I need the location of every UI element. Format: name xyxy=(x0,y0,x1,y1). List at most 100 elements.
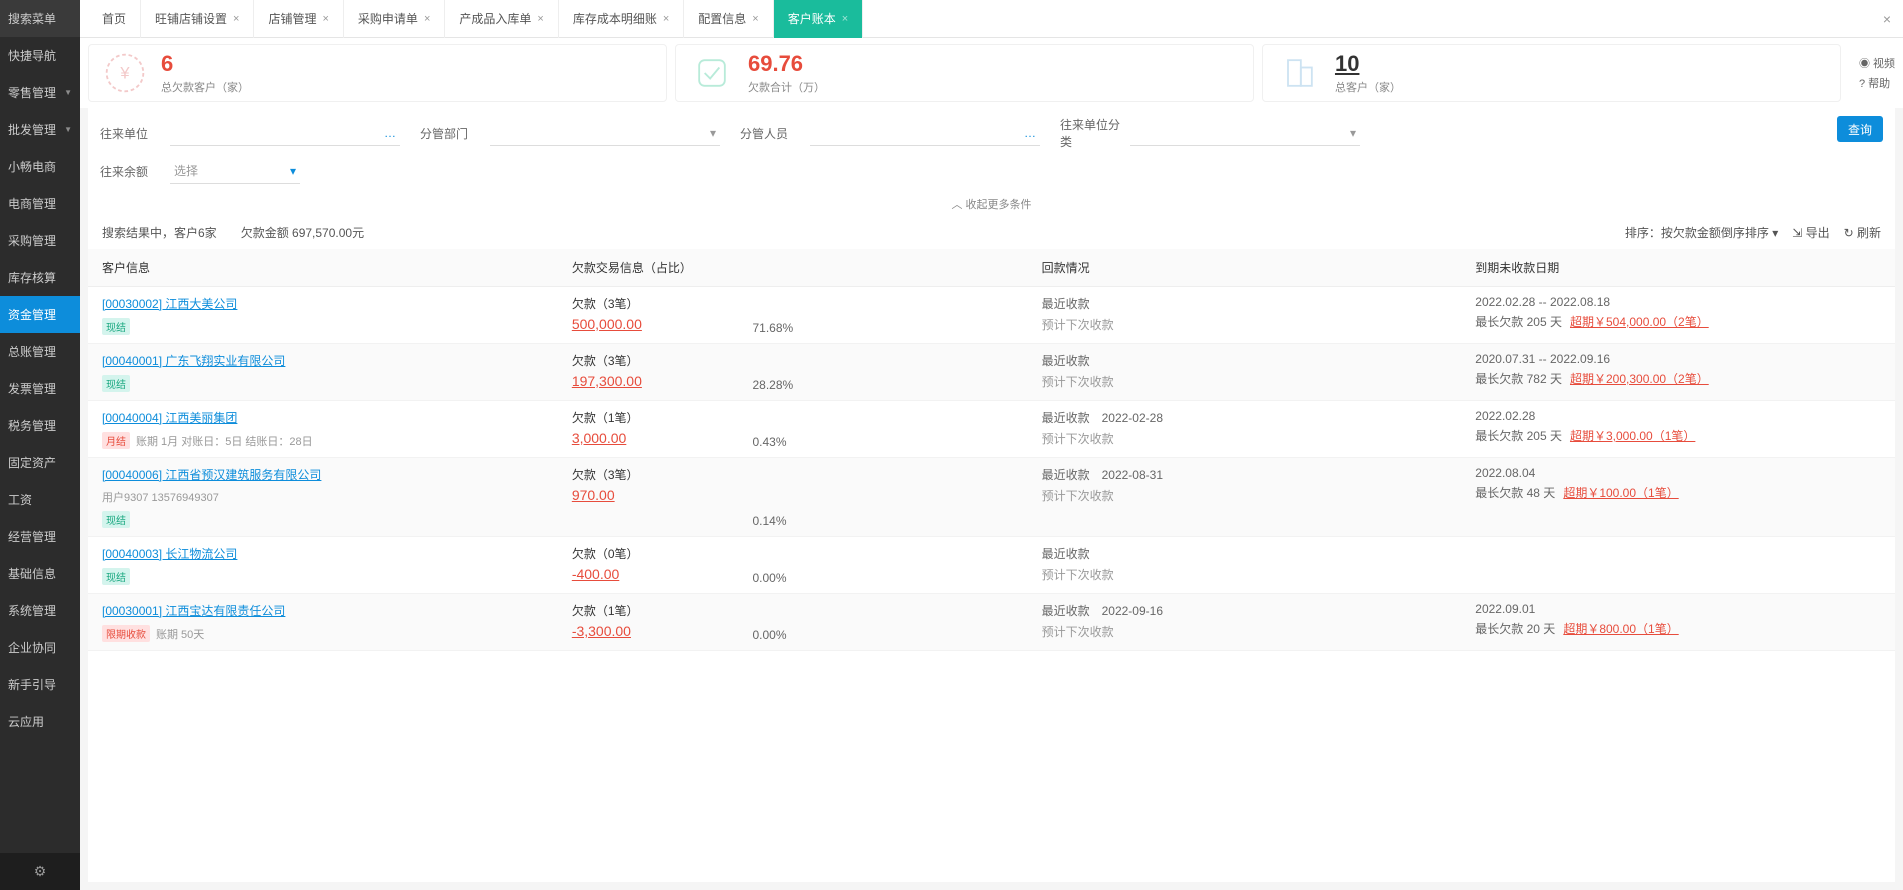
settle-tag: 现结 xyxy=(102,375,130,392)
customer-link[interactable]: [00040003] 长江物流公司 xyxy=(102,547,237,561)
filter-panel: 往来单位 … 分管部门 ▾ 分管人员 … 往来单位分类 ▾ 查询 xyxy=(88,108,1895,216)
close-icon[interactable]: × xyxy=(537,13,543,25)
card-debt-total: 69.76 欠款合计（万） xyxy=(675,44,1254,102)
th-debt: 欠款交易信息（占比） xyxy=(558,249,1028,287)
category-select[interactable]: ▾ xyxy=(1130,120,1360,146)
sidebar-item-0[interactable]: 搜索菜单 xyxy=(0,0,80,37)
table-wrap: 客户信息 欠款交易信息（占比） 回款情况 到期未收款日期 [00030002] … xyxy=(88,249,1895,882)
debt-amount-link[interactable]: 500,000.00 xyxy=(572,316,642,332)
summary-actions: ◉ 视频 ? 帮助 xyxy=(1849,44,1895,102)
close-icon[interactable]: × xyxy=(233,13,239,25)
sidebar-item-17[interactable]: 企业协同 xyxy=(0,629,80,666)
coin-return-icon: ¥ xyxy=(103,51,147,95)
badge-icon xyxy=(690,51,734,95)
building-icon xyxy=(1277,51,1321,95)
settle-tag: 现结 xyxy=(102,511,130,528)
tab-7[interactable]: 客户账本× xyxy=(774,0,863,38)
main: 首页旺铺店铺设置×店铺管理×采购申请单×产成品入库单×库存成本明细账×配置信息×… xyxy=(80,0,1903,890)
gear-icon[interactable]: ⚙ xyxy=(34,863,47,879)
table-row: [00040004] 江西美丽集团月结账期 1月 对账日：5日 结账日：28日欠… xyxy=(88,401,1895,458)
tab-3[interactable]: 采购申请单× xyxy=(344,0,445,38)
card2-label: 欠款合计（万） xyxy=(748,79,825,95)
debt-amount-link[interactable]: 970.00 xyxy=(572,487,615,503)
customer-link[interactable]: [00040001] 广东飞翔实业有限公司 xyxy=(102,354,285,368)
sidebar-item-19[interactable]: 云应用 xyxy=(0,703,80,740)
card1-label: 总欠款客户（家） xyxy=(161,79,249,95)
sidebar-item-10[interactable]: 发票管理 xyxy=(0,370,80,407)
sidebar-item-13[interactable]: 工资 xyxy=(0,481,80,518)
refresh-button[interactable]: ↻ 刷新 xyxy=(1844,224,1881,241)
table-row: [00040003] 长江物流公司现结欠款（0笔）-400.000.00%最近收… xyxy=(88,537,1895,594)
tab-4[interactable]: 产成品入库单× xyxy=(445,0,558,38)
settle-tag: 月结 xyxy=(102,432,130,449)
tab-6[interactable]: 配置信息× xyxy=(684,0,773,38)
tab-5[interactable]: 库存成本明细账× xyxy=(559,0,684,38)
debt-amount-link[interactable]: -3,300.00 xyxy=(572,623,631,639)
overdue-link[interactable]: 超期￥200,300.00（2笔） xyxy=(1570,372,1709,386)
sidebar-item-7[interactable]: 库存核算 xyxy=(0,259,80,296)
card-total-customers: 10 总客户（家） xyxy=(1262,44,1841,102)
f2-label: 分管部门 xyxy=(420,125,490,142)
table-row: [00030001] 江西宝达有限责任公司限期收款账期 50天欠款（1笔）-3,… xyxy=(88,594,1895,651)
card1-value: 6 xyxy=(161,51,249,77)
debt-amount-link[interactable]: 197,300.00 xyxy=(572,373,642,389)
overdue-link[interactable]: 超期￥504,000.00（2笔） xyxy=(1570,315,1709,329)
svg-text:¥: ¥ xyxy=(119,65,130,83)
sidebar-item-8[interactable]: 资金管理 xyxy=(0,296,80,333)
customer-link[interactable]: [00030002] 江西大美公司 xyxy=(102,297,237,311)
sidebar-item-9[interactable]: 总账管理 xyxy=(0,333,80,370)
card2-value: 69.76 xyxy=(748,51,825,77)
dept-select[interactable]: ▾ xyxy=(490,120,720,146)
debt-amount-link[interactable]: 3,000.00 xyxy=(572,430,627,446)
sidebar-item-18[interactable]: 新手引导 xyxy=(0,666,80,703)
summary-cards: ¥ 6 总欠款客户（家） 69.76 欠款合计（万） xyxy=(80,38,1903,108)
th-customer: 客户信息 xyxy=(88,249,558,287)
close-icon[interactable]: × xyxy=(424,13,430,25)
tab-2[interactable]: 店铺管理× xyxy=(254,0,343,38)
sort-dropdown[interactable]: 排序：按欠款金额倒序排序 ▾ xyxy=(1625,224,1778,241)
sidebar-item-5[interactable]: 电商管理 xyxy=(0,185,80,222)
customer-link[interactable]: [00030001] 江西宝达有限责任公司 xyxy=(102,604,285,618)
overdue-link[interactable]: 超期￥100.00（1笔） xyxy=(1563,486,1678,500)
close-icon[interactable]: × xyxy=(322,13,328,25)
tabs-bar: 首页旺铺店铺设置×店铺管理×采购申请单×产成品入库单×库存成本明细账×配置信息×… xyxy=(80,0,1903,38)
partner-select[interactable]: … xyxy=(170,120,400,146)
sidebar-item-4[interactable]: 小畅电商 xyxy=(0,148,80,185)
sidebar-item-3[interactable]: 批发管理▼ xyxy=(0,111,80,148)
tab-1[interactable]: 旺铺店铺设置× xyxy=(141,0,254,38)
close-icon[interactable]: × xyxy=(663,13,669,25)
result-info-bar: 搜索结果中，客户6家 欠款金额 697,570.00元 排序：按欠款金额倒序排序… xyxy=(88,216,1895,249)
collapse-filters[interactable]: ︿ 收起更多条件 xyxy=(100,192,1883,216)
customer-link[interactable]: [00040006] 江西省预汉建筑服务有限公司 xyxy=(102,468,321,482)
export-button[interactable]: ⇲ 导出 xyxy=(1792,224,1829,241)
card3-value[interactable]: 10 xyxy=(1335,51,1401,77)
search-button[interactable]: 查询 xyxy=(1837,116,1883,142)
overdue-link[interactable]: 超期￥3,000.00（1笔） xyxy=(1570,429,1695,443)
result-count: 搜索结果中，客户6家 xyxy=(102,224,217,241)
overdue-link[interactable]: 超期￥800.00（1笔） xyxy=(1563,622,1678,636)
sidebar-item-2[interactable]: 零售管理▼ xyxy=(0,74,80,111)
f4-label: 往来单位分类 xyxy=(1060,116,1130,150)
sidebar-item-6[interactable]: 采购管理 xyxy=(0,222,80,259)
settle-tag: 限期收款 xyxy=(102,625,150,642)
balance-select[interactable]: 选择▾ xyxy=(170,158,300,184)
customer-link[interactable]: [00040004] 江西美丽集团 xyxy=(102,411,237,425)
sidebar-item-11[interactable]: 税务管理 xyxy=(0,407,80,444)
tabs-close-all[interactable]: × xyxy=(1871,11,1903,27)
customer-table: 客户信息 欠款交易信息（占比） 回款情况 到期未收款日期 [00030002] … xyxy=(88,249,1895,651)
settle-tag: 现结 xyxy=(102,318,130,335)
sidebar-item-14[interactable]: 经营管理 xyxy=(0,518,80,555)
tab-0[interactable]: 首页 xyxy=(88,0,141,38)
sidebar-item-15[interactable]: 基础信息 xyxy=(0,555,80,592)
close-icon[interactable]: × xyxy=(752,13,758,25)
close-icon[interactable]: × xyxy=(842,13,848,25)
table-row: [00040001] 广东飞翔实业有限公司现结欠款（3笔）197,300.002… xyxy=(88,344,1895,401)
help-link[interactable]: ? 帮助 xyxy=(1859,75,1895,91)
video-link[interactable]: ◉ 视频 xyxy=(1859,55,1895,71)
debt-amount-link[interactable]: -400.00 xyxy=(572,566,619,582)
sidebar-item-1[interactable]: 快捷导航 xyxy=(0,37,80,74)
f1-label: 往来单位 xyxy=(100,125,170,142)
sidebar-item-16[interactable]: 系统管理 xyxy=(0,592,80,629)
sidebar-item-12[interactable]: 固定资产 xyxy=(0,444,80,481)
person-select[interactable]: … xyxy=(810,120,1040,146)
